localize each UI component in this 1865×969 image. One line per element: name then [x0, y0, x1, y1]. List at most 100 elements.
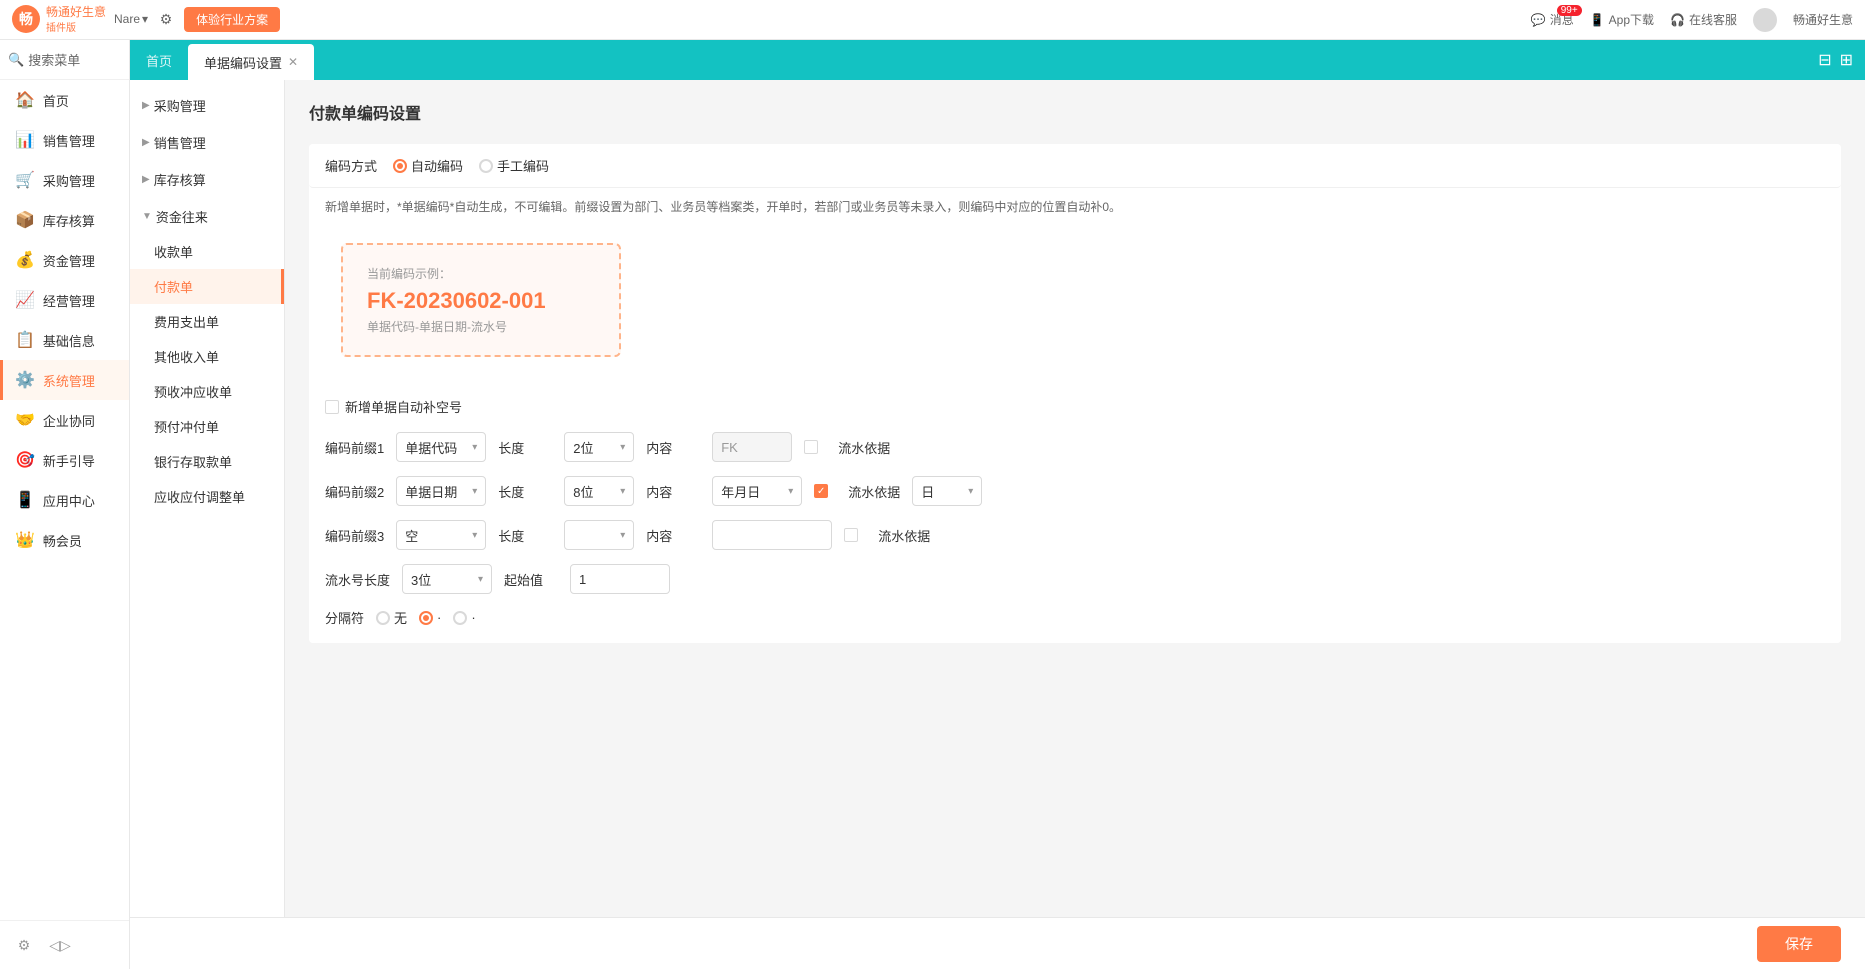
prefix-row-3: 编码前缀3 空 ▾ 长度 ▾ 内容: [325, 520, 1825, 550]
serial-length-select[interactable]: 3位 ▾: [402, 564, 492, 594]
prefix2-content-value: 年月日: [721, 482, 760, 501]
tab-bar: 首页 单据编码设置 ✕ ⊟ ⊞: [130, 40, 1865, 80]
sidebar-collapse-btn[interactable]: ◁▷: [46, 931, 74, 959]
prefix3-select[interactable]: 空 ▾: [396, 520, 486, 550]
serial-length-arrow: ▾: [478, 574, 483, 585]
logo-text-block: 畅通好生意 插件版: [46, 5, 106, 34]
sub-item-expense[interactable]: 费用支出单: [130, 304, 284, 339]
purchase-icon: 🛒: [15, 170, 35, 190]
auto-code-radio[interactable]: 自动编码: [393, 156, 463, 175]
prefix3-length-select[interactable]: ▾: [564, 520, 634, 550]
sub-item-other-income[interactable]: 其他收入单: [130, 339, 284, 374]
prefix2-serial-label: 流水依据: [848, 482, 900, 501]
sidebar-item-member-label: 畅会员: [43, 531, 82, 550]
prefix2-select[interactable]: 单据日期 ▾: [396, 476, 486, 506]
sep-dot-circle: [419, 611, 433, 625]
sub-group-sales-title[interactable]: ▶ 销售管理: [130, 125, 284, 160]
dropdown-arrow-icon: ▾: [142, 12, 148, 26]
sub-group-inventory: ▶ 库存核算: [130, 162, 284, 197]
sep-dot2-label: ·: [471, 610, 475, 625]
sidebar: 🔍 搜索菜单 🏠 首页 📊 销售管理 🛒 采购管理 📦 库存核算 💰: [0, 40, 130, 969]
sidebar-item-finance[interactable]: 💰 资金管理: [0, 240, 129, 280]
prefix1-serial-label: 流水依据: [838, 438, 890, 457]
sidebar-settings-btn[interactable]: ⚙: [10, 931, 38, 959]
preview-code: FK-20230602-001: [367, 288, 595, 314]
sidebar-item-guide[interactable]: 🎯 新手引导: [0, 440, 129, 480]
sidebar-item-inventory-label: 库存核算: [43, 211, 95, 230]
prefix1-length-select[interactable]: 2位 ▾: [564, 432, 634, 462]
settings-icon[interactable]: ⚙: [154, 7, 178, 31]
auto-fill-checkbox[interactable]: [325, 400, 339, 414]
search-menu[interactable]: 🔍 搜索菜单: [0, 40, 129, 80]
sidebar-item-system[interactable]: ⚙️ 系统管理: [0, 360, 129, 400]
sub-item-payment[interactable]: 付款单: [130, 269, 284, 304]
sidebar-item-management[interactable]: 📈 经营管理: [0, 280, 129, 320]
sub-item-pre-pay[interactable]: 预付冲付单: [130, 409, 284, 444]
sub-group-purchase-label: 采购管理: [154, 96, 206, 115]
sidebar-item-basic[interactable]: 📋 基础信息: [0, 320, 129, 360]
top-bar-controls: Nare ▾ ⚙ 体验行业方案: [114, 7, 280, 32]
prefix3-length-label: 长度: [498, 526, 552, 545]
sub-group-sales: ▶ 销售管理: [130, 125, 284, 160]
sub-item-pre-receive[interactable]: 预收冲应收单: [130, 374, 284, 409]
prefix1-serial-checkbox[interactable]: [804, 440, 818, 454]
sub-group-inventory-title[interactable]: ▶ 库存核算: [130, 162, 284, 197]
sidebar-item-enterprise[interactable]: 🤝 企业协同: [0, 400, 129, 440]
prefix3-serial-checkbox[interactable]: [844, 528, 858, 542]
minimize-icon[interactable]: ⊟: [1818, 50, 1831, 70]
prefix2-length-select[interactable]: 8位 ▾: [564, 476, 634, 506]
sub-group-purchase-title[interactable]: ▶ 采购管理: [130, 88, 284, 123]
company-dropdown[interactable]: Nare ▾: [114, 12, 148, 26]
sidebar-item-member[interactable]: 👑 畅会员: [0, 520, 129, 560]
preview-sub: 单据代码-单据日期-流水号: [367, 318, 595, 335]
save-button[interactable]: 保存: [1757, 926, 1841, 962]
maximize-icon[interactable]: ⊞: [1840, 50, 1853, 70]
prefix2-period-select[interactable]: 日 ▾: [912, 476, 982, 506]
prefix2-serial-checkbox[interactable]: ✓: [814, 484, 828, 498]
app-icon: 📱: [1590, 13, 1605, 27]
sidebar-item-sales-label: 销售管理: [43, 131, 95, 150]
sub-area: ▶ 采购管理 ▶ 销售管理 ▶ 库存核算: [130, 80, 1865, 917]
search-menu-label: 搜索菜单: [28, 50, 80, 69]
page-content: 付款单编码设置 编码方式 自动编码 手工编码: [285, 80, 1865, 917]
sidebar-item-inventory[interactable]: 📦 库存核算: [0, 200, 129, 240]
sidebar-item-basic-label: 基础信息: [43, 331, 95, 350]
experience-button[interactable]: 体验行业方案: [184, 7, 280, 32]
top-bar: 畅 畅通好生意 插件版 Nare ▾ ⚙ 体验行业方案 💬 消息 99+ 📱 A…: [0, 0, 1865, 40]
prefix2-length-arrow: ▾: [620, 486, 625, 497]
separator-none-radio[interactable]: 无: [376, 608, 407, 627]
prefix1-length-value: 2位: [573, 438, 593, 457]
separator-dot2-radio[interactable]: ·: [453, 610, 475, 625]
avatar[interactable]: [1753, 8, 1777, 32]
message-item[interactable]: 💬 消息 99+: [1531, 11, 1574, 28]
sub-sidebar: ▶ 采购管理 ▶ 销售管理 ▶ 库存核算: [130, 80, 285, 917]
sub-group-inventory-label: 库存核算: [154, 170, 206, 189]
app-download-label: App下载: [1609, 11, 1654, 28]
tab-encoding-settings[interactable]: 单据编码设置 ✕: [188, 44, 314, 80]
start-value-input[interactable]: 1: [570, 564, 670, 594]
bottom-bar: 保存: [130, 917, 1865, 969]
sub-group-capital-title[interactable]: ▼ 资金往来: [130, 199, 284, 234]
sep-dot-label: ·: [437, 610, 441, 625]
online-service-item[interactable]: 🎧 在线客服: [1670, 11, 1737, 28]
sub-item-adjustment[interactable]: 应收应付调整单: [130, 479, 284, 514]
sub-item-receipt[interactable]: 收款单: [130, 234, 284, 269]
prefix1-select[interactable]: 单据代码 ▾: [396, 432, 486, 462]
app-download-item[interactable]: 📱 App下载: [1590, 11, 1654, 28]
sidebar-item-home[interactable]: 🏠 首页: [0, 80, 129, 120]
sub-item-bank[interactable]: 银行存取款单: [130, 444, 284, 479]
separator-dot-radio[interactable]: ·: [419, 610, 441, 625]
service-icon: 🎧: [1670, 13, 1685, 27]
sidebar-item-purchase[interactable]: 🛒 采购管理: [0, 160, 129, 200]
prefix1-label: 编码前缀1: [325, 438, 384, 457]
tab-close-icon[interactable]: ✕: [288, 55, 298, 69]
sidebar-item-sales[interactable]: 📊 销售管理: [0, 120, 129, 160]
prefix3-select-value: 空: [405, 526, 418, 545]
sidebar-item-app[interactable]: 📱 应用中心: [0, 480, 129, 520]
tab-home[interactable]: 首页: [130, 40, 188, 80]
sidebar-bottom: ⚙ ◁▷: [0, 920, 129, 969]
manual-code-radio[interactable]: 手工编码: [479, 156, 549, 175]
prefix3-label: 编码前缀3: [325, 526, 384, 545]
prefix2-content-select[interactable]: 年月日 ▾: [712, 476, 802, 506]
start-value: 1: [579, 572, 586, 587]
